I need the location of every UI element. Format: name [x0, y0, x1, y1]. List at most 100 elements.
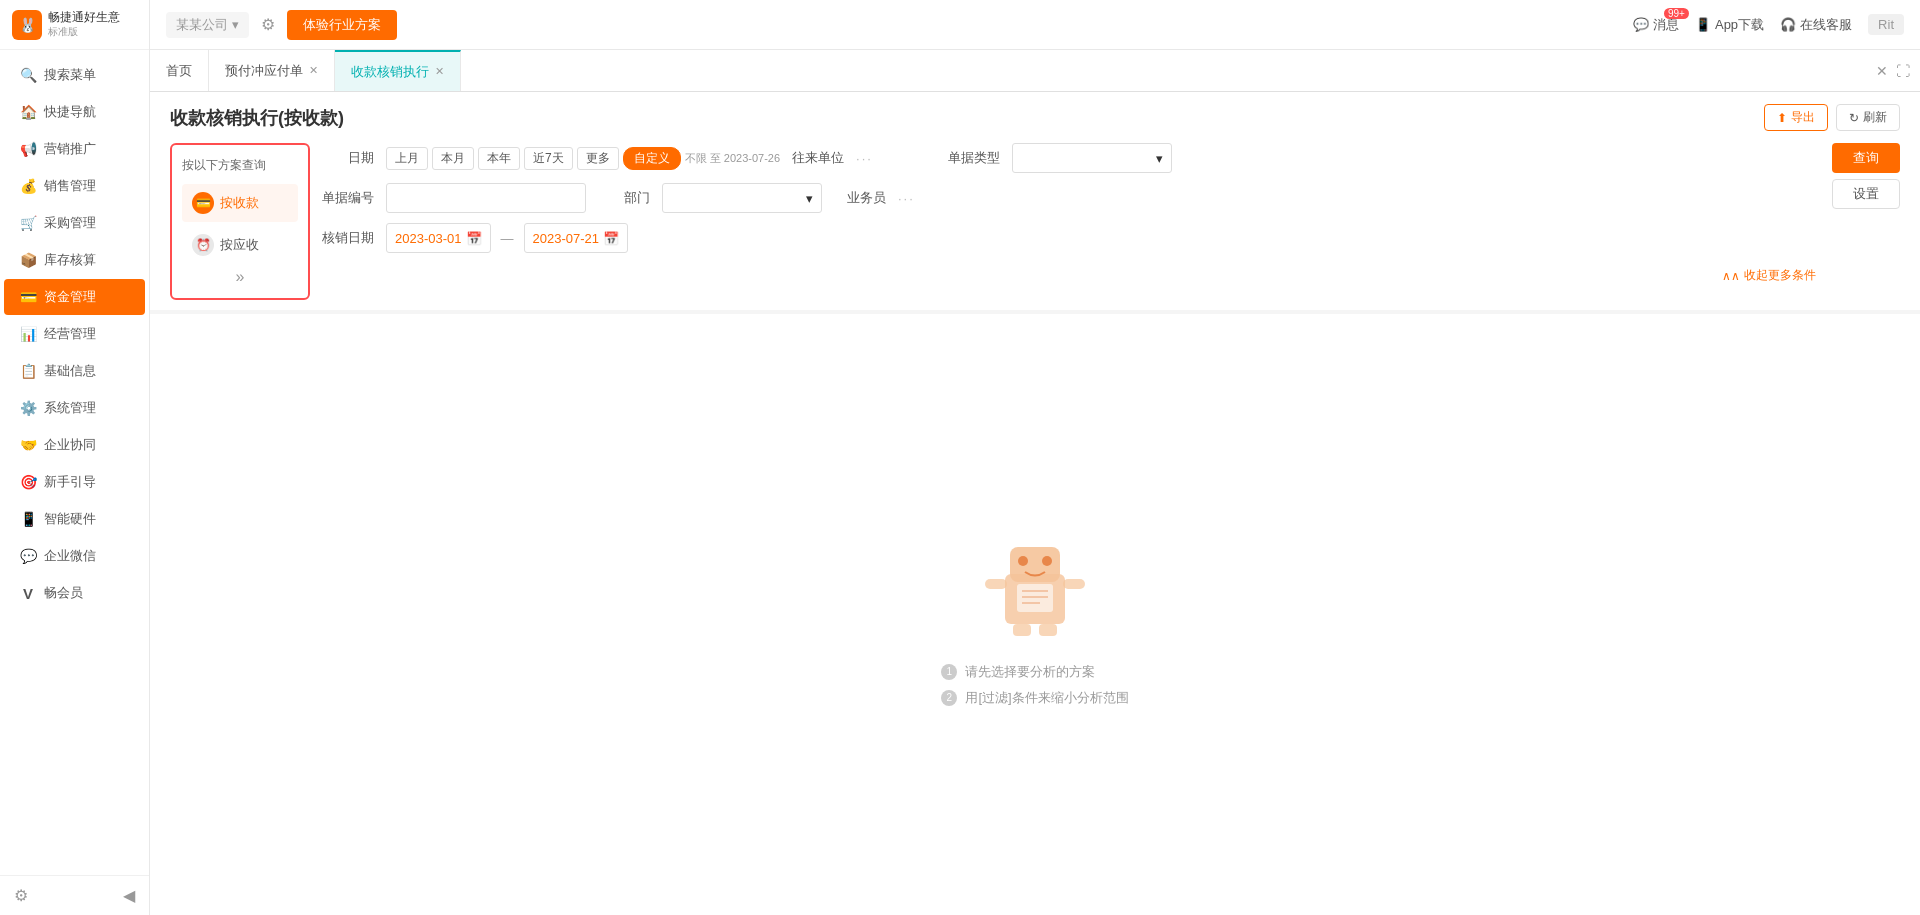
quick-nav-icon: 🏠: [20, 104, 36, 120]
date-btn-last-month[interactable]: 上月: [386, 147, 428, 170]
sidebar-label-enterprise: 企业协同: [44, 436, 96, 454]
sidebar-bottom: ⚙ ◀: [0, 875, 149, 915]
svg-point-3: [1042, 556, 1052, 566]
refresh-icon: ↻: [1849, 111, 1859, 125]
filter-actions: 查询 设置: [1832, 143, 1900, 292]
date-btn-this-year[interactable]: 本年: [478, 147, 520, 170]
topbar: 某某公司 ▾ ⚙ 体验行业方案 💬 消息 99+ 📱 App下载 🎧 在线客服 …: [150, 0, 1920, 50]
filter-section: 按以下方案查询 💳 按收款 ⏰ 按应收 » 日期: [150, 131, 1920, 310]
industry-btn[interactable]: 体验行业方案: [287, 10, 397, 40]
sidebar-item-inventory[interactable]: 📦库存核算: [4, 242, 145, 278]
counterpart-input[interactable]: ···: [856, 151, 936, 166]
sidebar-item-vip[interactable]: V畅会员: [4, 575, 145, 611]
export-label: 导出: [1791, 109, 1815, 126]
date-btn-7days[interactable]: 近7天: [524, 147, 573, 170]
date-range-separator: —: [501, 231, 514, 246]
logo-text: 畅捷通好生意 标准版: [48, 10, 120, 40]
doc-type-select[interactable]: ▾: [1012, 143, 1172, 173]
service-label: 在线客服: [1800, 16, 1852, 34]
logo-name: 畅捷通好生意: [48, 10, 120, 26]
tip-num-2: 2: [941, 690, 957, 706]
settings-bottom-icon[interactable]: ⚙: [14, 886, 28, 905]
app-download-btn[interactable]: 📱 App下载: [1695, 16, 1764, 34]
user-name: Rit: [1878, 17, 1894, 32]
refresh-btn[interactable]: ↻ 刷新: [1836, 104, 1900, 131]
export-btn[interactable]: ⬆ 导出: [1764, 104, 1828, 131]
message-btn[interactable]: 💬 消息 99+: [1633, 16, 1679, 34]
sidebar-item-marketing[interactable]: 📢营销推广: [4, 131, 145, 167]
date-btn-more[interactable]: 更多: [577, 147, 619, 170]
dept-dropdown-icon: ▾: [806, 191, 813, 206]
page-title: 收款核销执行(按收款): [170, 106, 344, 130]
sidebar-label-basic-info: 基础信息: [44, 362, 96, 380]
smart-hw-icon: 📱: [20, 511, 36, 527]
calendar-to-icon: 📅: [603, 231, 619, 246]
verify-date-to[interactable]: 2023-07-21 📅: [524, 223, 629, 253]
topbar-gear-icon[interactable]: ⚙: [261, 15, 275, 34]
filter-left-collapse[interactable]: »: [182, 268, 298, 286]
date-no-limit: 不限 至 2023-07-26: [685, 151, 780, 166]
tab-collection[interactable]: 收款核销执行 ✕: [335, 50, 461, 91]
company-dropdown-icon: ▾: [232, 17, 239, 32]
sidebar-item-enterprise[interactable]: 🤝 企业协同: [4, 427, 145, 463]
calendar-from-icon: 📅: [466, 231, 482, 246]
online-service-btn[interactable]: 🎧 在线客服: [1780, 16, 1852, 34]
filter-option-by-receipt[interactable]: 💳 按收款: [182, 184, 298, 222]
sidebar-item-smart-hw[interactable]: 📱智能硬件: [4, 501, 145, 537]
enterprise-icon: 🤝: [20, 437, 36, 453]
staff-input[interactable]: ···: [898, 191, 978, 206]
sidebar-item-sales[interactable]: 💰销售管理: [4, 168, 145, 204]
inventory-icon: 📦: [20, 252, 36, 268]
collapse-more-btn[interactable]: ∧∧ 收起更多条件: [322, 263, 1816, 292]
verify-date-to-value: 2023-07-21: [533, 231, 600, 246]
svg-rect-4: [985, 579, 1007, 589]
sidebar-item-capital[interactable]: 💳资金管理: [4, 279, 145, 315]
filter-by-receivable-label: 按应收: [220, 236, 259, 254]
svg-rect-8: [1017, 584, 1053, 612]
user-profile[interactable]: Rit: [1868, 14, 1904, 35]
svg-rect-5: [1063, 579, 1085, 589]
sidebar-item-basic-info[interactable]: 📋 基础信息: [4, 353, 145, 389]
sidebar-label-purchase: 采购管理: [44, 214, 96, 232]
company-selector[interactable]: 某某公司 ▾: [166, 12, 249, 38]
tab-home[interactable]: 首页: [150, 50, 209, 91]
newbie-icon: 🎯: [20, 474, 36, 490]
date-custom-tag[interactable]: 自定义: [623, 147, 681, 170]
tab-collection-label: 收款核销执行: [351, 63, 429, 81]
tab-collection-close[interactable]: ✕: [435, 65, 444, 78]
tab-prepay-label: 预付冲应付单: [225, 62, 303, 80]
sidebar-item-quick-nav[interactable]: 🏠快捷导航: [4, 94, 145, 130]
svg-point-2: [1018, 556, 1028, 566]
tab-prepay[interactable]: 预付冲应付单 ✕: [209, 50, 335, 91]
main-area: 某某公司 ▾ ⚙ 体验行业方案 💬 消息 99+ 📱 App下载 🎧 在线客服 …: [150, 0, 1920, 915]
filter-row-1: 日期 上月 本月 本年 近7天 更多 自定义 不限 至 2023-07-26 往…: [322, 143, 1816, 173]
doc-no-label: 单据编号: [322, 189, 374, 207]
filter-form-wrapper: 日期 上月 本月 本年 近7天 更多 自定义 不限 至 2023-07-26 往…: [322, 143, 1900, 292]
setting-btn[interactable]: 设置: [1832, 179, 1900, 209]
doc-no-input[interactable]: [386, 183, 586, 213]
page-header-actions: ⬆ 导出 ↻ 刷新: [1764, 104, 1900, 131]
tab-prepay-close[interactable]: ✕: [309, 64, 318, 77]
sidebar-item-operation[interactable]: 📊经营管理: [4, 316, 145, 352]
tip-num-1: 1: [941, 664, 957, 680]
date-btn-this-month[interactable]: 本月: [432, 147, 474, 170]
page-header: 收款核销执行(按收款) ⬆ 导出 ↻ 刷新: [150, 92, 1920, 131]
query-btn[interactable]: 查询: [1832, 143, 1900, 173]
verify-date-from[interactable]: 2023-03-01 📅: [386, 223, 491, 253]
tab-close-window-icon[interactable]: ✕: [1876, 63, 1888, 79]
sidebar-item-system[interactable]: ⚙️系统管理: [4, 390, 145, 426]
sidebar-item-newbie[interactable]: 🎯新手引导: [4, 464, 145, 500]
basic-info-icon: 📋: [20, 363, 36, 379]
filter-option-by-receivable[interactable]: ⏰ 按应收: [182, 226, 298, 264]
sidebar-item-search-menu[interactable]: 🔍搜索菜单: [4, 57, 145, 93]
tab-expand-icon[interactable]: ⛶: [1896, 63, 1910, 79]
export-icon: ⬆: [1777, 111, 1787, 125]
sidebar-item-wechat[interactable]: 💬企业微信: [4, 538, 145, 574]
topbar-left: 某某公司 ▾ ⚙ 体验行业方案: [166, 10, 397, 40]
collapse-sidebar-icon[interactable]: ◀: [123, 886, 135, 905]
empty-text-area: 1 请先选择要分析的方案 2 用[过滤]条件来缩小分析范围: [941, 659, 1128, 711]
dept-select[interactable]: ▾: [662, 183, 822, 213]
service-icon: 🎧: [1780, 17, 1796, 32]
sidebar-item-purchase[interactable]: 🛒采购管理: [4, 205, 145, 241]
tip-text-2: 用[过滤]条件来缩小分析范围: [965, 685, 1128, 711]
